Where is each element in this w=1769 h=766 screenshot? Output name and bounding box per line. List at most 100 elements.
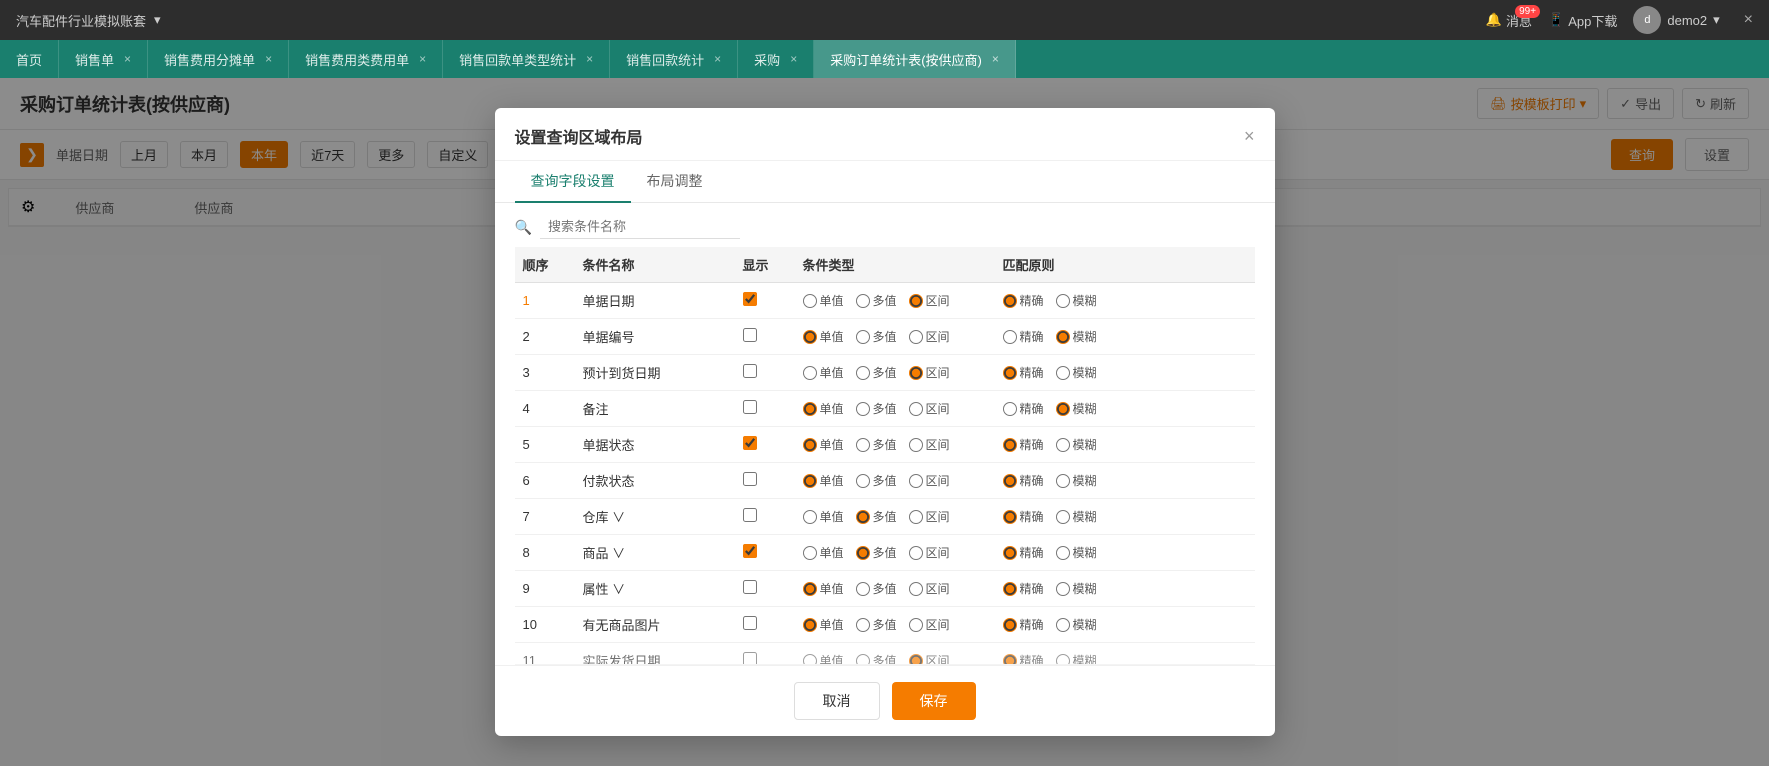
type-single-3[interactable]: 单值 [803, 364, 844, 381]
type-single-1[interactable]: 单值 [803, 292, 844, 309]
search-input[interactable] [540, 215, 740, 239]
match-exact-7[interactable]: 精确 [1003, 508, 1044, 525]
match-exact-10[interactable]: 精确 [1003, 616, 1044, 633]
row-display-10[interactable] [735, 616, 795, 633]
row-display-checkbox-11[interactable] [743, 652, 757, 665]
dialog-tab-layout[interactable]: 布局调整 [631, 161, 719, 203]
type-range-10[interactable]: 区间 [909, 616, 950, 633]
type-range-8[interactable]: 区间 [909, 544, 950, 561]
tab-sales-order-close[interactable]: × [124, 52, 131, 66]
type-single-10[interactable]: 单值 [803, 616, 844, 633]
type-single-4[interactable]: 单值 [803, 400, 844, 417]
row-display-5[interactable] [735, 436, 795, 453]
save-btn[interactable]: 保存 [892, 682, 976, 720]
match-fuzzy-5[interactable]: 模糊 [1056, 436, 1097, 453]
match-fuzzy-4[interactable]: 模糊 [1056, 400, 1097, 417]
match-exact-2[interactable]: 精确 [1003, 328, 1044, 345]
type-multi-6[interactable]: 多值 [856, 472, 897, 489]
match-fuzzy-9[interactable]: 模糊 [1056, 580, 1097, 597]
type-single-11[interactable]: 单值 [803, 652, 844, 665]
match-fuzzy-10[interactable]: 模糊 [1056, 616, 1097, 633]
row-display-4[interactable] [735, 400, 795, 417]
row-display-7[interactable] [735, 508, 795, 525]
type-multi-10[interactable]: 多值 [856, 616, 897, 633]
match-exact-1[interactable]: 精确 [1003, 292, 1044, 309]
match-fuzzy-1[interactable]: 模糊 [1056, 292, 1097, 309]
close-window-btn[interactable]: × [1744, 11, 1753, 29]
match-exact-11[interactable]: 精确 [1003, 652, 1044, 665]
row-display-2[interactable] [735, 328, 795, 345]
app-selector[interactable]: 汽车配件行业模拟账套 ▾ [16, 11, 161, 30]
match-exact-6[interactable]: 精确 [1003, 472, 1044, 489]
type-single-6[interactable]: 单值 [803, 472, 844, 489]
type-range-1[interactable]: 区间 [909, 292, 950, 309]
match-fuzzy-8[interactable]: 模糊 [1056, 544, 1097, 561]
type-range-11[interactable]: 区间 [909, 652, 950, 665]
row-display-11[interactable] [735, 652, 795, 665]
type-single-7[interactable]: 单值 [803, 508, 844, 525]
row-display-checkbox-6[interactable] [743, 472, 757, 486]
tab-purchase[interactable]: 采购 × [738, 40, 814, 78]
row-display-checkbox-9[interactable] [743, 580, 757, 594]
type-multi-1[interactable]: 多值 [856, 292, 897, 309]
row-display-6[interactable] [735, 472, 795, 489]
type-multi-9[interactable]: 多值 [856, 580, 897, 597]
type-range-5[interactable]: 区间 [909, 436, 950, 453]
type-single-5[interactable]: 单值 [803, 436, 844, 453]
match-exact-8[interactable]: 精确 [1003, 544, 1044, 561]
row-display-checkbox-2[interactable] [743, 328, 757, 342]
row-display-checkbox-4[interactable] [743, 400, 757, 414]
match-fuzzy-3[interactable]: 模糊 [1056, 364, 1097, 381]
tab-purchase-close[interactable]: × [790, 52, 797, 66]
tab-sales-return-close[interactable]: × [714, 52, 721, 66]
tab-sales-fee[interactable]: 销售费用类费用单 × [289, 40, 443, 78]
user-menu[interactable]: d demo2 ▾ [1633, 6, 1719, 34]
tab-sales-stats[interactable]: 销售回款单类型统计 × [443, 40, 610, 78]
type-range-6[interactable]: 区间 [909, 472, 950, 489]
row-display-checkbox-5[interactable] [743, 436, 757, 450]
row-display-checkbox-1[interactable] [743, 292, 757, 306]
type-range-3[interactable]: 区间 [909, 364, 950, 381]
row-display-3[interactable] [735, 364, 795, 381]
type-range-2[interactable]: 区间 [909, 328, 950, 345]
row-display-checkbox-7[interactable] [743, 508, 757, 522]
match-exact-4[interactable]: 精确 [1003, 400, 1044, 417]
tab-purchase-stats-close[interactable]: × [992, 52, 999, 66]
tab-sales-order[interactable]: 销售单 × [59, 40, 148, 78]
match-fuzzy-2[interactable]: 模糊 [1056, 328, 1097, 345]
match-exact-5[interactable]: 精确 [1003, 436, 1044, 453]
tab-home[interactable]: 首页 [0, 40, 59, 78]
type-multi-3[interactable]: 多值 [856, 364, 897, 381]
type-single-2[interactable]: 单值 [803, 328, 844, 345]
type-range-4[interactable]: 区间 [909, 400, 950, 417]
notifications-btn[interactable]: 🔔 消息 99+ [1486, 11, 1532, 30]
dialog-tab-fields[interactable]: 查询字段设置 [515, 161, 631, 203]
tab-sales-fee-close[interactable]: × [419, 52, 426, 66]
cancel-btn[interactable]: 取消 [794, 682, 880, 720]
type-single-9[interactable]: 单值 [803, 580, 844, 597]
tab-sales-return[interactable]: 销售回款统计 × [610, 40, 738, 78]
row-display-checkbox-10[interactable] [743, 616, 757, 630]
match-exact-3[interactable]: 精确 [1003, 364, 1044, 381]
type-multi-4[interactable]: 多值 [856, 400, 897, 417]
type-range-7[interactable]: 区间 [909, 508, 950, 525]
match-fuzzy-11[interactable]: 模糊 [1056, 652, 1097, 665]
type-multi-11[interactable]: 多值 [856, 652, 897, 665]
tab-sales-cost-close[interactable]: × [265, 52, 272, 66]
app-dropdown-icon[interactable]: ▾ [154, 12, 161, 28]
download-btn[interactable]: 📱 App下载 [1548, 11, 1617, 30]
row-display-checkbox-8[interactable] [743, 544, 757, 558]
type-single-8[interactable]: 单值 [803, 544, 844, 561]
type-multi-2[interactable]: 多值 [856, 328, 897, 345]
match-exact-9[interactable]: 精确 [1003, 580, 1044, 597]
tab-purchase-stats[interactable]: 采购订单统计表(按供应商) × [814, 40, 1016, 78]
row-display-checkbox-3[interactable] [743, 364, 757, 378]
row-display-8[interactable] [735, 544, 795, 561]
row-display-1[interactable] [735, 292, 795, 309]
tab-sales-cost[interactable]: 销售费用分摊单 × [148, 40, 289, 78]
dialog-close-btn[interactable]: × [1244, 127, 1255, 145]
type-range-9[interactable]: 区间 [909, 580, 950, 597]
row-display-9[interactable] [735, 580, 795, 597]
type-multi-5[interactable]: 多值 [856, 436, 897, 453]
tab-sales-stats-close[interactable]: × [586, 52, 593, 66]
